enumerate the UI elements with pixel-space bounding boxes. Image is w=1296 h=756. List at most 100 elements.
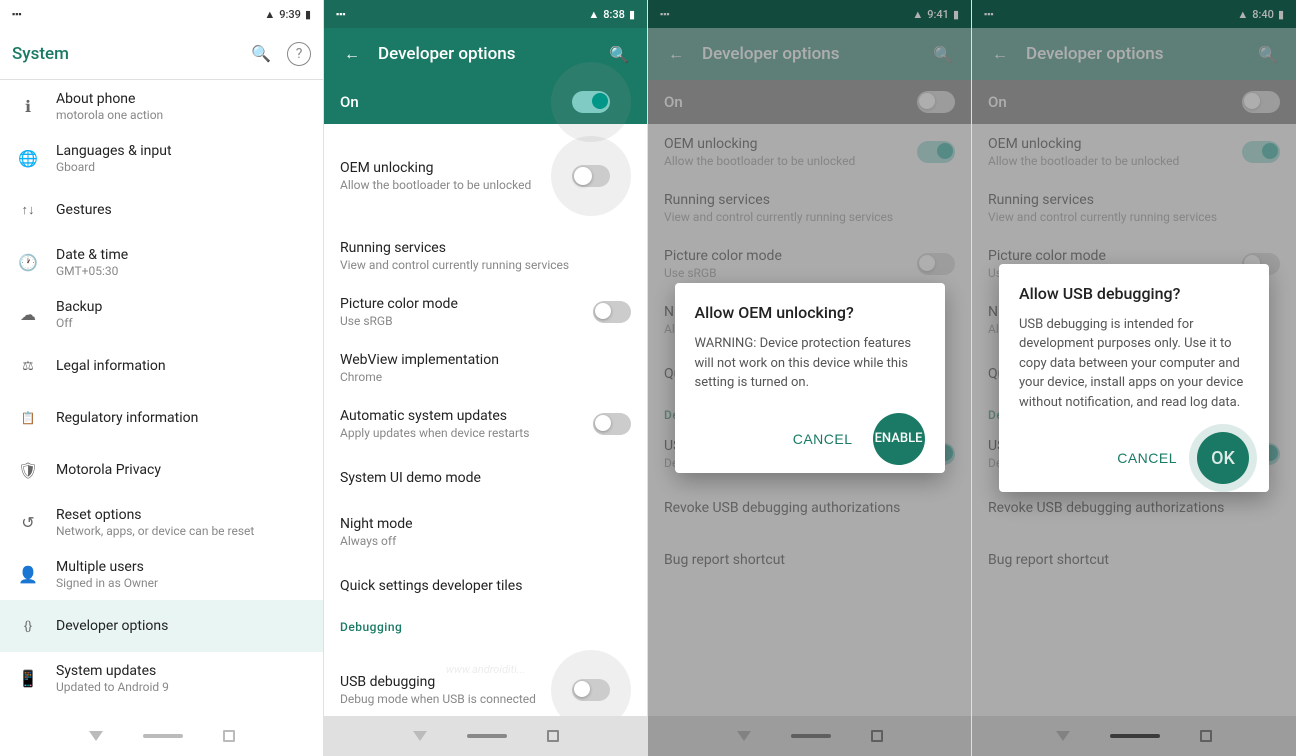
running-services-item[interactable]: Running services View and control curren… bbox=[324, 228, 647, 284]
developer-icon: {} bbox=[16, 614, 40, 638]
help-button-system[interactable]: ? bbox=[287, 42, 311, 66]
privacy-title: Motorola Privacy bbox=[56, 462, 307, 478]
on-toggle-container bbox=[551, 62, 631, 142]
privacy-icon: 🛡 bbox=[16, 458, 40, 482]
auto-updates-title: Automatic system updates bbox=[340, 408, 581, 424]
oem-dialog-overlay: Allow OEM unlocking? WARNING: Device pro… bbox=[648, 0, 971, 756]
oem-cancel-button[interactable]: Cancel bbox=[781, 413, 865, 465]
reset-title: Reset options bbox=[56, 507, 307, 523]
oem-dialog-title: Allow OEM unlocking? bbox=[695, 303, 925, 322]
sidebar-item-reset[interactable]: ↺ Reset options Network, apps, or device… bbox=[0, 496, 323, 548]
on-bar-middle: On bbox=[324, 80, 647, 124]
on-label-middle: On bbox=[340, 93, 359, 111]
oem-dialog-panel: ▪▪▪ ▲ 9:41 ▮ ← Developer options 🔍 On OE… bbox=[648, 0, 972, 756]
about-sub: motorola one action bbox=[56, 108, 307, 122]
appbar-title-system: System bbox=[12, 44, 235, 64]
sidebar-item-about[interactable]: ℹ About phone motorola one action bbox=[0, 80, 323, 132]
back-nav-left[interactable] bbox=[89, 731, 103, 741]
oem-title: OEM unlocking bbox=[340, 160, 539, 176]
sidebar-list: ℹ About phone motorola one action 🌐 Lang… bbox=[0, 80, 323, 716]
about-title: About phone bbox=[56, 91, 307, 107]
wifi-icon-middle: ▲ bbox=[588, 8, 599, 21]
sidebar-item-languages[interactable]: 🌐 Languages & input Gboard bbox=[0, 132, 323, 184]
appbar-system: System 🔍 ? bbox=[0, 28, 323, 80]
picture-color-sub: Use sRGB bbox=[340, 314, 581, 328]
notification-icon-1: ▪▪▪ bbox=[12, 9, 22, 20]
usb-toggle-ripple bbox=[551, 650, 631, 716]
picture-color-toggle[interactable] bbox=[593, 301, 631, 323]
usb-dialog-title: Allow USB debugging? bbox=[1019, 284, 1249, 303]
backup-icon: ☁ bbox=[16, 302, 40, 326]
sidebar-item-gestures[interactable]: ↑↓ Gestures bbox=[0, 184, 323, 236]
languages-title: Languages & input bbox=[56, 143, 307, 159]
home-nav-middle[interactable] bbox=[467, 734, 507, 738]
on-toggle-middle[interactable] bbox=[572, 91, 610, 113]
sidebar-item-regulatory[interactable]: 📋 Regulatory information bbox=[0, 392, 323, 444]
languages-sub: Gboard bbox=[56, 160, 307, 174]
status-icons-middle: ▪▪▪ bbox=[336, 9, 346, 20]
sidebar-item-privacy[interactable]: 🛡 Motorola Privacy bbox=[0, 444, 323, 496]
users-sub: Signed in as Owner bbox=[56, 576, 307, 590]
sidebar-item-developer[interactable]: {} Developer options bbox=[0, 600, 323, 652]
legal-title: Legal information bbox=[56, 358, 307, 374]
sidebar-item-datetime[interactable]: 🕐 Date & time GMT+05:30 bbox=[0, 236, 323, 288]
settings-list-middle: OEM unlocking Allow the bootloader to be… bbox=[324, 124, 647, 716]
status-icons-left: ▪▪▪ bbox=[12, 9, 22, 20]
auto-updates-sub: Apply updates when device restarts bbox=[340, 426, 581, 440]
oem-dialog-actions: Cancel Enable bbox=[695, 409, 925, 465]
usb-debugging-item[interactable]: USB debugging Debug mode when USB is con… bbox=[324, 638, 647, 716]
reset-icon: ↺ bbox=[16, 510, 40, 534]
wifi-icon: ▲ bbox=[264, 8, 275, 21]
oem-dialog-body: WARNING: Device protection features will… bbox=[695, 334, 925, 393]
nav-bar-middle bbox=[324, 716, 647, 756]
regulatory-icon: 📋 bbox=[16, 406, 40, 430]
system-settings-panel: ▪▪▪ ▲ 9:39 ▮ System 🔍 ? ℹ About phone mo… bbox=[0, 0, 324, 756]
oem-dialog: Allow OEM unlocking? WARNING: Device pro… bbox=[675, 283, 945, 473]
picture-color-title: Picture color mode bbox=[340, 296, 581, 312]
qs-tiles-item[interactable]: Quick settings developer tiles bbox=[324, 560, 647, 612]
developer-title: Developer options bbox=[56, 618, 307, 634]
sidebar-item-users[interactable]: 👤 Multiple users Signed in as Owner bbox=[0, 548, 323, 600]
webview-title: WebView implementation bbox=[340, 352, 631, 368]
auto-updates-item[interactable]: Automatic system updates Apply updates w… bbox=[324, 396, 647, 452]
oem-sub: Allow the bootloader to be unlocked bbox=[340, 178, 539, 192]
night-mode-item[interactable]: Night mode Always off bbox=[324, 504, 647, 560]
back-nav-middle[interactable] bbox=[413, 731, 427, 741]
usb-ok-button[interactable]: OK bbox=[1197, 432, 1249, 484]
running-title: Running services bbox=[340, 240, 631, 256]
oem-unlocking-item[interactable]: OEM unlocking Allow the bootloader to be… bbox=[324, 124, 647, 228]
usb-toggle[interactable] bbox=[572, 679, 610, 701]
battery-icon-middle: ▮ bbox=[629, 8, 635, 21]
gestures-icon: ↑↓ bbox=[16, 198, 40, 222]
webview-item[interactable]: WebView implementation Chrome bbox=[324, 340, 647, 396]
home-nav-left[interactable] bbox=[143, 734, 183, 738]
recents-nav-left[interactable] bbox=[223, 730, 235, 742]
usb-dialog-panel: ▪▪▪ ▲ 8:40 ▮ ← Developer options 🔍 On OE… bbox=[972, 0, 1296, 756]
search-button-system[interactable]: 🔍 bbox=[245, 38, 277, 70]
oem-toggle-thumb bbox=[574, 167, 592, 185]
sidebar-item-backup[interactable]: ☁ Backup Off bbox=[0, 288, 323, 340]
usb-dialog-actions: Cancel OK bbox=[1019, 428, 1249, 484]
night-mode-sub: Always off bbox=[340, 534, 631, 548]
notif-icons-middle: ▪▪▪ bbox=[336, 9, 346, 20]
back-button-dev[interactable]: ← bbox=[336, 38, 368, 70]
time-middle: 8:38 bbox=[603, 8, 625, 21]
updates-sub: Updated to Android 9 bbox=[56, 680, 307, 694]
oem-toggle[interactable] bbox=[572, 165, 610, 187]
sidebar-item-legal[interactable]: ⚖ Legal information bbox=[0, 340, 323, 392]
sidebar-item-updates[interactable]: 📱 System updates Updated to Android 9 bbox=[0, 652, 323, 704]
regulatory-title: Regulatory information bbox=[56, 410, 307, 426]
night-mode-title: Night mode bbox=[340, 516, 631, 532]
usb-cancel-button[interactable]: Cancel bbox=[1105, 432, 1189, 484]
legal-icon: ⚖ bbox=[16, 354, 40, 378]
recents-nav-middle[interactable] bbox=[547, 730, 559, 742]
reset-sub: Network, apps, or device can be reset bbox=[56, 524, 307, 538]
picture-color-item[interactable]: Picture color mode Use sRGB bbox=[324, 284, 647, 340]
backup-sub: Off bbox=[56, 316, 307, 330]
oem-enable-button[interactable]: Enable bbox=[873, 413, 925, 465]
ui-demo-item[interactable]: System UI demo mode bbox=[324, 452, 647, 504]
updates-title: System updates bbox=[56, 663, 307, 679]
gestures-title: Gestures bbox=[56, 202, 307, 218]
backup-title: Backup bbox=[56, 299, 307, 315]
auto-updates-toggle[interactable] bbox=[593, 413, 631, 435]
